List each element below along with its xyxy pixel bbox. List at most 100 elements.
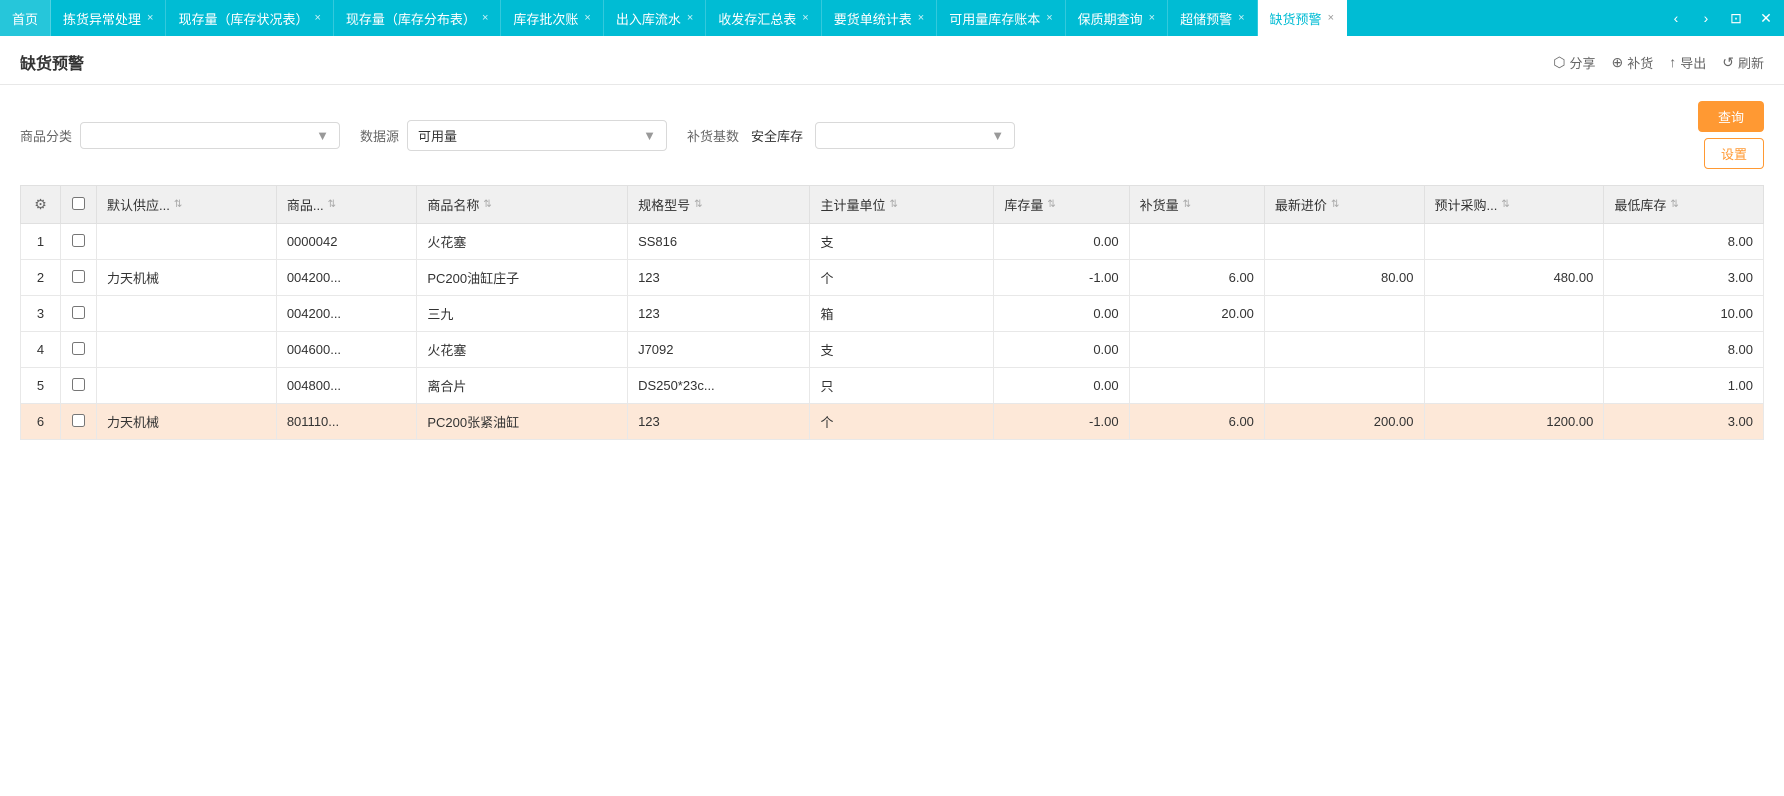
sort-min-stock-icon: ⇅ bbox=[1670, 199, 1678, 210]
row-spec-3: 123 bbox=[628, 296, 810, 332]
settings-button[interactable]: 设置 bbox=[1704, 138, 1764, 169]
row-product-name-4: 火花塞 bbox=[417, 332, 628, 368]
tab-abnormal[interactable]: 拣货异常处理 × bbox=[51, 0, 166, 36]
nav-close-button[interactable]: ✕ bbox=[1752, 4, 1780, 32]
row-min-stock-5: 1.00 bbox=[1604, 368, 1764, 404]
select-all-checkbox[interactable] bbox=[72, 197, 85, 210]
sort-supplier-icon: ⇅ bbox=[174, 199, 182, 210]
page-title: 缺货预警 bbox=[20, 50, 84, 74]
row-stock-4: 0.00 bbox=[994, 332, 1129, 368]
row-min-stock-4: 8.00 bbox=[1604, 332, 1764, 368]
row-supplier-3 bbox=[97, 296, 277, 332]
tab-inout-flow[interactable]: 出入库流水 × bbox=[604, 0, 706, 36]
row-product-name-2: PC200油缸庄子 bbox=[417, 260, 628, 296]
replenish-base-filter-group: 补货基数 安全库存 ▼ bbox=[687, 122, 1015, 149]
share-action[interactable]: ⬡ 分享 bbox=[1553, 53, 1595, 72]
tab-inventory-status[interactable]: 现存量（库存状况表） × bbox=[166, 0, 333, 36]
tab-order-stats[interactable]: 要货单统计表 × bbox=[822, 0, 937, 36]
row-select-5[interactable] bbox=[72, 378, 85, 391]
row-stock-3: 0.00 bbox=[994, 296, 1129, 332]
row-code-6: 801110... bbox=[276, 404, 417, 440]
row-min-stock-2: 3.00 bbox=[1604, 260, 1764, 296]
close-tab-receive-summary[interactable]: × bbox=[802, 12, 808, 24]
nav-next-button[interactable]: › bbox=[1692, 4, 1720, 32]
row-checkbox-2[interactable] bbox=[61, 260, 97, 296]
row-supplier-1 bbox=[97, 224, 277, 260]
row-select-3[interactable] bbox=[72, 306, 85, 319]
col-gear[interactable]: ⚙ bbox=[21, 186, 61, 224]
nav-prev-button[interactable]: ‹ bbox=[1662, 4, 1690, 32]
tab-available-ledger[interactable]: 可用量库存账本 × bbox=[937, 0, 1065, 36]
col-checkbox[interactable] bbox=[61, 186, 97, 224]
close-tab-batch-account[interactable]: × bbox=[584, 12, 590, 24]
sort-unit-icon: ⇅ bbox=[889, 199, 897, 210]
row-checkbox-5[interactable] bbox=[61, 368, 97, 404]
row-spec-6: 123 bbox=[628, 404, 810, 440]
shortage-table: ⚙ 默认供应... ⇅ 商品... ⇅ bbox=[20, 185, 1764, 440]
row-checkbox-6[interactable] bbox=[61, 404, 97, 440]
tab-batch-account[interactable]: 库存批次账 × bbox=[501, 0, 603, 36]
row-select-4[interactable] bbox=[72, 342, 85, 355]
close-tab-expiry[interactable]: × bbox=[1149, 12, 1155, 24]
tab-overstock[interactable]: 超储预警 × bbox=[1168, 0, 1257, 36]
row-select-6[interactable] bbox=[72, 414, 85, 427]
tab-home[interactable]: 首页 bbox=[0, 0, 51, 36]
tab-expiry[interactable]: 保质期查询 × bbox=[1066, 0, 1168, 36]
refresh-action[interactable]: ↺ 刷新 bbox=[1722, 53, 1764, 72]
row-unit-5: 只 bbox=[810, 368, 994, 404]
col-estimated-purchase[interactable]: 预计采购... ⇅ bbox=[1424, 186, 1604, 224]
row-supplier-5 bbox=[97, 368, 277, 404]
table-settings-icon[interactable]: ⚙ bbox=[34, 196, 47, 212]
close-tab-overstock[interactable]: × bbox=[1238, 12, 1244, 24]
row-checkbox-4[interactable] bbox=[61, 332, 97, 368]
row-code-3: 004200... bbox=[276, 296, 417, 332]
row-replenish-qty-3: 20.00 bbox=[1129, 296, 1264, 332]
replenish-action[interactable]: ⊕ 补货 bbox=[1611, 53, 1653, 72]
replenish-base-chevron-icon: ▼ bbox=[991, 128, 1004, 143]
datasource-filter-group: 数据源 可用量 ▼ bbox=[360, 120, 667, 151]
row-select-2[interactable] bbox=[72, 270, 85, 283]
row-latest-price-4 bbox=[1264, 332, 1424, 368]
row-code-5: 004800... bbox=[276, 368, 417, 404]
refresh-label: 刷新 bbox=[1738, 53, 1764, 72]
datasource-select[interactable]: 可用量 ▼ bbox=[407, 120, 667, 151]
col-latest-price[interactable]: 最新进价 ⇅ bbox=[1264, 186, 1424, 224]
nav-controls: ‹ › ⊡ ✕ bbox=[1662, 4, 1784, 32]
row-unit-2: 个 bbox=[810, 260, 994, 296]
col-min-stock[interactable]: 最低库存 ⇅ bbox=[1604, 186, 1764, 224]
col-default-supplier[interactable]: 默认供应... ⇅ bbox=[97, 186, 277, 224]
row-estimated-3 bbox=[1424, 296, 1604, 332]
nav-restore-button[interactable]: ⊡ bbox=[1722, 4, 1750, 32]
close-tab-available-ledger[interactable]: × bbox=[1046, 12, 1052, 24]
close-tab-order-stats[interactable]: × bbox=[918, 12, 924, 24]
table-row: 3 004200... 三九 123 箱 0.00 20.00 10.00 bbox=[21, 296, 1764, 332]
close-tab-inout-flow[interactable]: × bbox=[687, 12, 693, 24]
row-checkbox-3[interactable] bbox=[61, 296, 97, 332]
table-header-row: ⚙ 默认供应... ⇅ 商品... ⇅ bbox=[21, 186, 1764, 224]
replenish-base-select[interactable]: ▼ bbox=[815, 122, 1015, 149]
close-tab-shortage[interactable]: × bbox=[1328, 12, 1334, 24]
row-select-1[interactable] bbox=[72, 234, 85, 247]
query-button[interactable]: 查询 bbox=[1698, 101, 1764, 132]
row-replenish-qty-6: 6.00 bbox=[1129, 404, 1264, 440]
tab-inventory-dist[interactable]: 现存量（库存分布表） × bbox=[334, 0, 501, 36]
col-unit[interactable]: 主计量单位 ⇅ bbox=[810, 186, 994, 224]
col-stock[interactable]: 库存量 ⇅ bbox=[994, 186, 1129, 224]
table-row: 1 0000042 火花塞 SS816 支 0.00 8.00 bbox=[21, 224, 1764, 260]
row-num-3: 3 bbox=[21, 296, 61, 332]
export-action[interactable]: ↑ 导出 bbox=[1669, 53, 1706, 72]
col-replenish-qty[interactable]: 补货量 ⇅ bbox=[1129, 186, 1264, 224]
category-select[interactable]: ▼ bbox=[80, 122, 340, 149]
close-tab-inventory-dist[interactable]: × bbox=[482, 12, 488, 24]
close-tab-inventory-status[interactable]: × bbox=[314, 12, 320, 24]
filter-area: 商品分类 ▼ 数据源 可用量 ▼ 补货基数 安全库存 ▼ 查询 bbox=[0, 85, 1784, 185]
col-product-code[interactable]: 商品... ⇅ bbox=[276, 186, 417, 224]
row-checkbox-1[interactable] bbox=[61, 224, 97, 260]
tab-receive-summary[interactable]: 收发存汇总表 × bbox=[706, 0, 821, 36]
col-product-name[interactable]: 商品名称 ⇅ bbox=[417, 186, 628, 224]
tab-shortage[interactable]: 缺货预警 × bbox=[1258, 0, 1347, 36]
col-spec[interactable]: 规格型号 ⇅ bbox=[628, 186, 810, 224]
row-num-1: 1 bbox=[21, 224, 61, 260]
close-tab-abnormal[interactable]: × bbox=[147, 12, 153, 24]
replenish-base-value: 安全库存 bbox=[751, 126, 803, 145]
